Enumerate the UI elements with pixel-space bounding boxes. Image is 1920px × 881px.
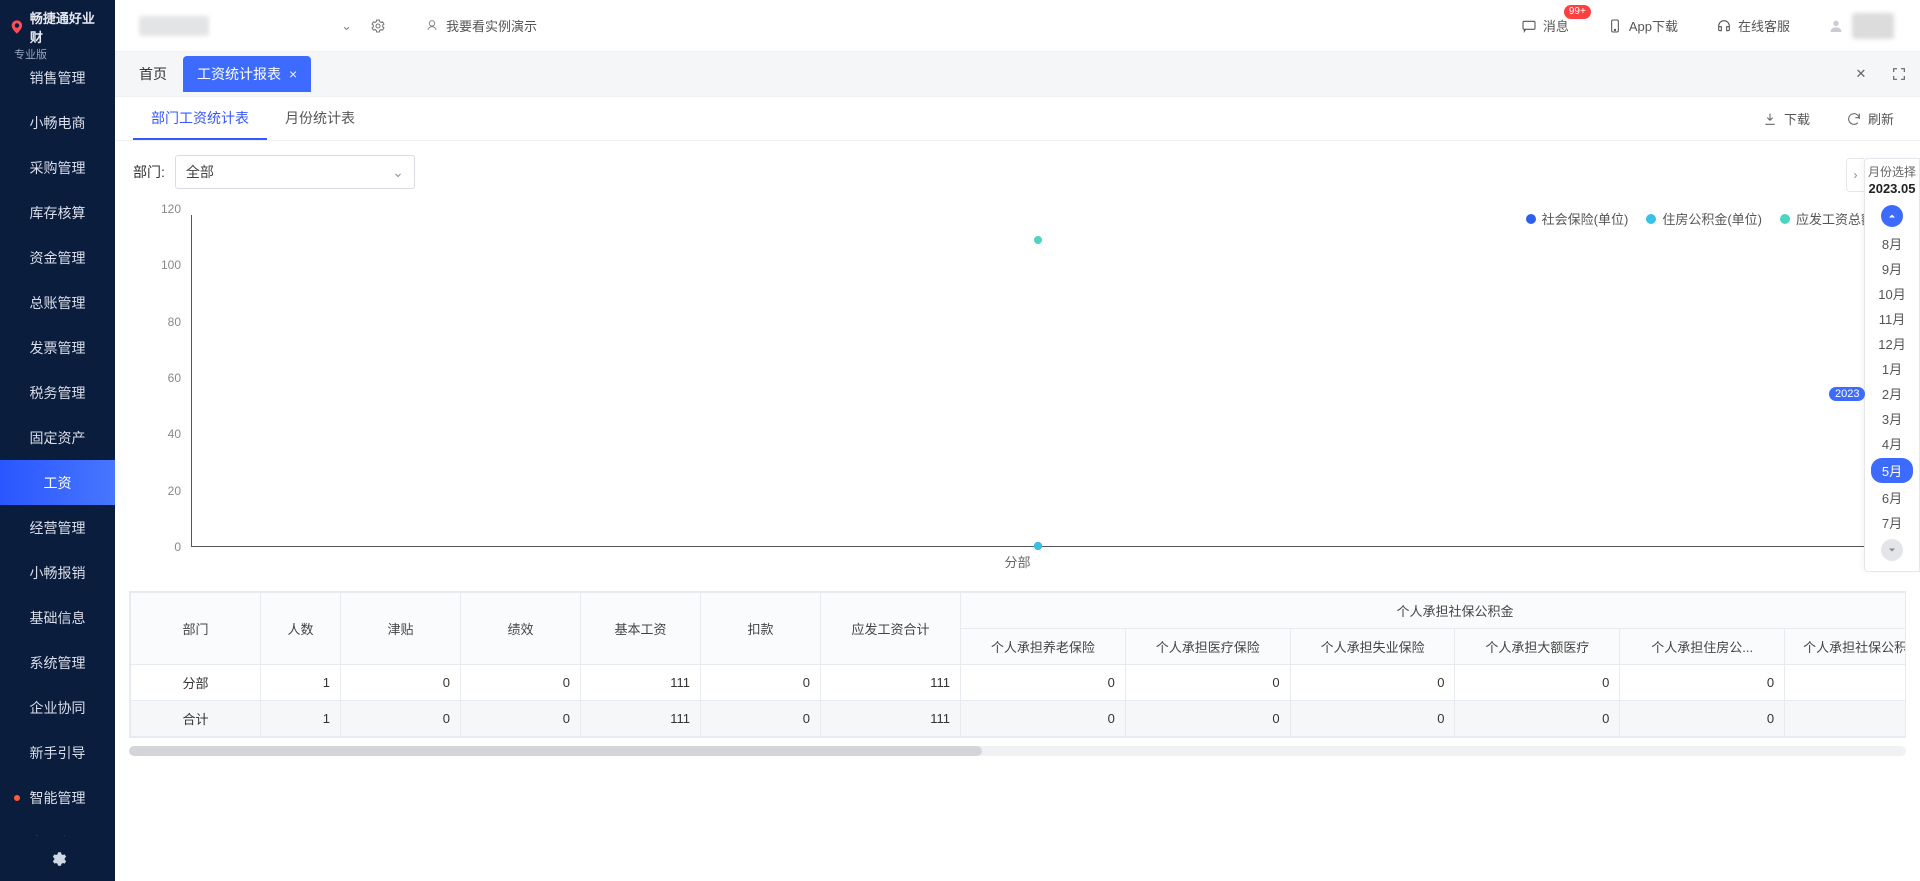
sidebar-item-17[interactable]: 应用中心 [0, 820, 115, 836]
close-icon[interactable]: × [289, 66, 297, 82]
subtab-0[interactable]: 部门工资统计表 [133, 98, 267, 140]
sidebar-item-5[interactable]: 总账管理 [0, 280, 115, 325]
dept-filter-label: 部门: [133, 162, 165, 182]
col-header: 个人承担养老保险 [961, 629, 1126, 665]
month-option[interactable]: 2月 [1865, 381, 1919, 406]
month-option[interactable]: 3月 [1865, 406, 1919, 431]
chart-point [1034, 542, 1042, 550]
col-header: 个人承担医疗保险 [1125, 629, 1290, 665]
month-option[interactable]: 8月 [1865, 231, 1919, 256]
month-option[interactable]: 12月 [1865, 331, 1919, 356]
horizontal-scrollbar[interactable] [129, 746, 1906, 756]
month-option[interactable]: 7月 [1865, 510, 1919, 535]
sidebar-item-8[interactable]: 固定资产 [0, 415, 115, 460]
messages-button[interactable]: 消息 99+ [1513, 12, 1577, 39]
sidebar-item-15[interactable]: 新手引导 [0, 730, 115, 775]
col-header: 个人承担住房公... [1620, 629, 1785, 665]
demo-link[interactable]: 我要看实例演示 [416, 12, 545, 39]
sidebar-item-10[interactable]: 经营管理 [0, 505, 115, 550]
month-option[interactable]: 10月 [1865, 281, 1919, 306]
salary-table: 部门人数津贴绩效基本工资扣款应发工资合计个人承担社保公积金个人承担养老保险个人承… [129, 591, 1906, 738]
table-row: 分部1001110111000000 [131, 665, 1907, 701]
month-option[interactable]: 9月 [1865, 256, 1919, 281]
chevron-down-icon: ⌄ [392, 164, 404, 181]
refresh-button[interactable]: 刷新 [1838, 105, 1902, 132]
online-service-button[interactable]: 在线客服 [1708, 12, 1798, 39]
sidebar-item-12[interactable]: 基础信息 [0, 595, 115, 640]
month-option[interactable]: 5月 [1871, 458, 1913, 483]
download-button[interactable]: 下载 [1754, 105, 1818, 132]
month-picker: 月份选择 2023.05 8月9月10月11月12月1月2月3月4月5月6月7月… [1864, 158, 1920, 572]
sidebar-item-1[interactable]: 小畅电商 [0, 100, 115, 145]
month-scroll-down[interactable] [1881, 539, 1903, 561]
subtab-row: 部门工资统计表月份统计表 下载 刷新 [115, 97, 1920, 141]
month-option[interactable]: 6月 [1865, 485, 1919, 510]
sidebar-item-4[interactable]: 资金管理 [0, 235, 115, 280]
month-scroll-up[interactable] [1881, 205, 1903, 227]
month-picker-collapse[interactable]: › [1846, 158, 1864, 192]
month-option[interactable]: 1月 [1865, 356, 1919, 381]
year-tag: 2023 [1829, 387, 1865, 401]
col-header: 绩效 [461, 593, 581, 665]
sidebar-item-3[interactable]: 库存核算 [0, 190, 115, 235]
sidebar-item-7[interactable]: 税务管理 [0, 370, 115, 415]
col-header: 基本工资 [581, 593, 701, 665]
dept-select[interactable]: 全部 ⌄ [175, 155, 415, 189]
user-avatar[interactable] [1820, 9, 1902, 43]
col-group-header: 个人承担社保公积金 [961, 593, 1907, 629]
close-all-tabs-icon[interactable]: ✕ [1846, 59, 1876, 89]
sidebar-item-13[interactable]: 系统管理 [0, 640, 115, 685]
col-header: 津贴 [341, 593, 461, 665]
table-row: 合计1001110111000000 [131, 701, 1907, 737]
chart-point [1034, 236, 1042, 244]
col-header: 个人承担社保公积金... [1785, 629, 1906, 665]
sidebar-item-14[interactable]: 企业协同 [0, 685, 115, 730]
fullscreen-icon[interactable] [1884, 59, 1914, 89]
settings-icon[interactable] [362, 14, 394, 38]
col-header: 扣款 [701, 593, 821, 665]
app-download-button[interactable]: App下载 [1599, 12, 1686, 39]
sidebar-item-16[interactable]: 智能管理 [0, 775, 115, 820]
org-selector[interactable]: ⌄ [133, 10, 358, 42]
content-panel: 部门工资统计表月份统计表 下载 刷新 部门: 全部 ⌄ 社会保险(单位)住房公积… [115, 96, 1920, 881]
col-header: 个人承担大额医疗 [1455, 629, 1620, 665]
page-tabs: 首页工资统计报表× ✕ [115, 52, 1920, 96]
sidebar-item-0[interactable]: 销售管理 [0, 55, 115, 100]
topbar: ⌄ 我要看实例演示 消息 99+ App下载 在线客服 [115, 0, 1920, 52]
month-option[interactable]: 11月 [1865, 306, 1919, 331]
col-header: 应发工资合计 [821, 593, 961, 665]
chart-x-label: 分部 [1004, 552, 1030, 571]
sidebar-item-9[interactable]: 工资 [0, 460, 115, 505]
page-tab-1[interactable]: 工资统计报表× [183, 56, 311, 92]
col-header: 人数 [261, 593, 341, 665]
month-option[interactable]: 4月 [1865, 431, 1919, 456]
sidebar: 畅捷通好业财 专业版 销售管理小畅电商采购管理库存核算资金管理总账管理发票管理税… [0, 0, 115, 881]
page-tab-0[interactable]: 首页 [125, 56, 181, 92]
subtab-1[interactable]: 月份统计表 [267, 98, 373, 140]
brand-logo: 畅捷通好业财 专业版 [0, 0, 115, 55]
main-area: ⌄ 我要看实例演示 消息 99+ App下载 在线客服 [115, 0, 1920, 881]
col-header: 部门 [131, 593, 261, 665]
col-header: 个人承担失业保险 [1290, 629, 1455, 665]
sidebar-item-6[interactable]: 发票管理 [0, 325, 115, 370]
settings-gear-button[interactable] [0, 836, 115, 881]
chart-area: 社会保险(单位)住房公积金(单位)应发工资总额 020406080100120 … [115, 209, 1920, 581]
sidebar-item-11[interactable]: 小畅报销 [0, 550, 115, 595]
messages-badge: 99+ [1564, 5, 1591, 19]
sidebar-item-2[interactable]: 采购管理 [0, 145, 115, 190]
